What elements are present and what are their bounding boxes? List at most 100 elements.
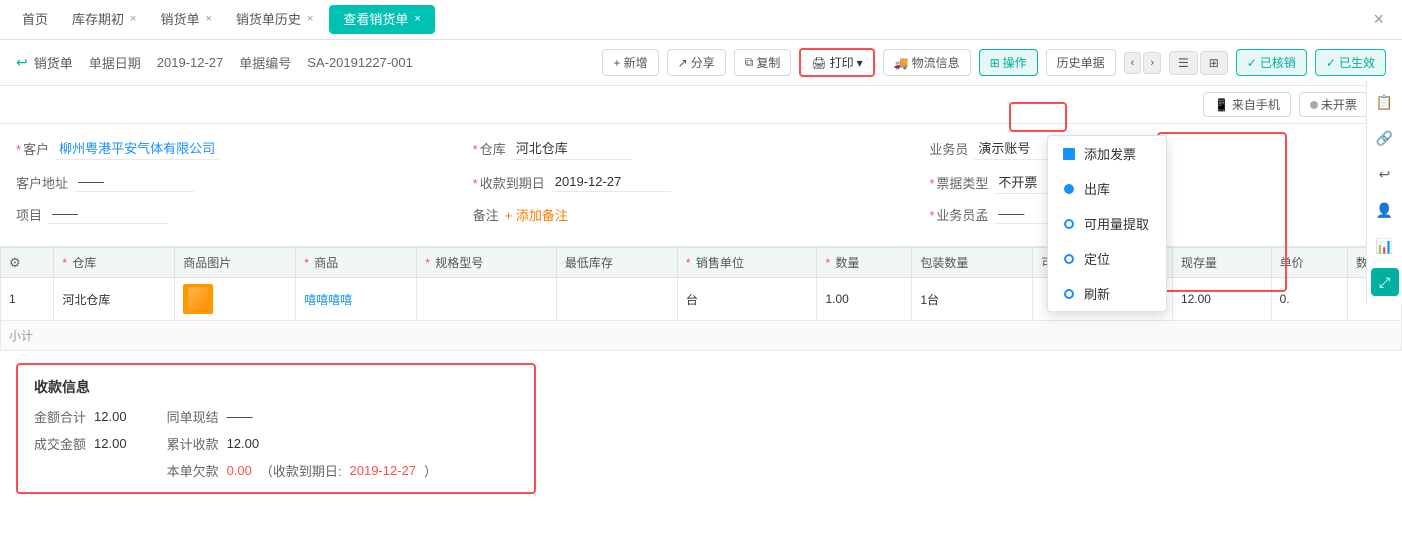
sub-toolbar: 📱 来自手机 未开票 ✓ bbox=[0, 86, 1402, 124]
available-pick-item[interactable]: 可用量提取 bbox=[1048, 206, 1166, 241]
same-order-value: —— bbox=[227, 409, 253, 424]
tab-close-view-sales[interactable]: × bbox=[414, 13, 420, 25]
from-phone-button[interactable]: 📱 来自手机 bbox=[1203, 92, 1291, 117]
sidebar-user-icon[interactable]: 👤 bbox=[1371, 196, 1399, 224]
customer-addr-field: 客户地址 —— bbox=[16, 172, 473, 192]
locate-icon bbox=[1062, 252, 1076, 266]
product-image bbox=[183, 284, 213, 314]
print-button[interactable]: 🖨 打印 ▾ bbox=[799, 48, 874, 77]
date-label: 单据日期 bbox=[89, 53, 141, 72]
effective-button[interactable]: ✓ 已生效 bbox=[1315, 49, 1386, 76]
row-unit: 台 bbox=[677, 278, 817, 321]
global-close-button[interactable]: × bbox=[1365, 9, 1392, 30]
locate-item[interactable]: 定位 bbox=[1048, 241, 1166, 276]
tab-close-sales[interactable]: × bbox=[205, 13, 211, 25]
notes-field: 备注 + 添加备注 bbox=[473, 205, 930, 224]
effect-icon: ✓ bbox=[1326, 56, 1336, 70]
tab-bar: 首页 库存期初 × 销货单 × 销货单历史 × 查看销货单 × × bbox=[0, 0, 1402, 40]
payment-date-field: *收款到期日 2019-12-27 bbox=[473, 172, 930, 192]
form-section: *客户 柳州粤港平安气体有限公司 *仓库 河北仓库 业务员 演示账号 客户地址 … bbox=[0, 124, 1402, 247]
due-amount-value: 0.00 bbox=[227, 463, 252, 478]
list-view-button[interactable]: ☰ bbox=[1169, 51, 1198, 75]
copy-button[interactable]: ⧉ 复制 bbox=[734, 49, 792, 76]
row-index: 1 bbox=[1, 278, 54, 321]
outbound-item[interactable]: 出库 bbox=[1048, 171, 1166, 206]
row-qty[interactable]: 1.00 bbox=[817, 278, 912, 321]
doc-actions: + 新增 ↗ 分享 ⧉ 复制 🖨 打印 ▾ 🚚 物流信息 bbox=[602, 48, 1386, 77]
phone-icon: 📱 bbox=[1214, 98, 1229, 112]
add-invoice-icon bbox=[1062, 147, 1076, 161]
row-pack-qty: 1台 bbox=[912, 278, 1033, 321]
sidebar-return-icon[interactable]: ↩ bbox=[1371, 160, 1399, 188]
tab-inventory[interactable]: 库存期初 × bbox=[60, 0, 148, 40]
payment-info-rows: 金额合计 12.00 成交金额 12.00 同单现结 —— 累计收款 bbox=[34, 407, 518, 480]
prev-button[interactable]: ‹ bbox=[1124, 52, 1142, 74]
payment-info-title: 收款信息 bbox=[34, 377, 518, 397]
sidebar-expand-icon[interactable]: ⤢ bbox=[1371, 268, 1399, 296]
tab-view-sales[interactable]: 查看销货单 × bbox=[329, 5, 434, 34]
warehouse-field: *仓库 河北仓库 bbox=[473, 136, 930, 160]
row-min-stock bbox=[556, 278, 677, 321]
col-settings[interactable]: ⚙ bbox=[1, 248, 54, 278]
status-dot bbox=[1310, 101, 1318, 109]
refresh-item[interactable]: 刷新 bbox=[1048, 276, 1166, 311]
next-button[interactable]: › bbox=[1143, 52, 1161, 74]
row-price[interactable]: 0. bbox=[1271, 278, 1347, 321]
logistics-button[interactable]: 🚚 物流信息 bbox=[883, 49, 971, 76]
same-order-row: 同单现结 —— bbox=[167, 407, 437, 426]
grid-view-button[interactable]: ⊞ bbox=[1200, 51, 1228, 75]
cumulative-receipt-row: 累计收款 12.00 bbox=[167, 434, 437, 453]
tab-sales-history[interactable]: 销货单历史 × bbox=[224, 0, 325, 40]
number-label: 单据编号 bbox=[239, 53, 291, 72]
not-opened-button[interactable]: 未开票 bbox=[1299, 92, 1368, 117]
form-row-3: 项目 —— 备注 + 添加备注 *业务员孟 —— bbox=[16, 204, 1386, 224]
new-button[interactable]: + 新增 bbox=[602, 49, 658, 76]
settings-icon: ⚙ bbox=[9, 255, 21, 270]
form-row-1: *客户 柳州粤港平安气体有限公司 *仓库 河北仓库 业务员 演示账号 bbox=[16, 136, 1386, 160]
project-field: 项目 —— bbox=[16, 204, 473, 224]
col-product: * 商品 bbox=[296, 248, 417, 278]
date-value: 2019-12-27 bbox=[157, 55, 224, 70]
sidebar-link-icon[interactable]: 🔗 bbox=[1371, 124, 1399, 152]
cumulative-receipt-value: 12.00 bbox=[227, 436, 260, 451]
add-invoice-item[interactable]: 添加发票 bbox=[1048, 136, 1166, 171]
col-product-img: 商品图片 bbox=[175, 248, 296, 278]
col-price: 单价 bbox=[1271, 248, 1347, 278]
nav-arrows: ‹ › bbox=[1124, 52, 1161, 74]
checked-button[interactable]: ✓ 已核销 bbox=[1236, 49, 1307, 76]
sidebar-chart-icon[interactable]: 📊 bbox=[1371, 232, 1399, 260]
row-spec bbox=[417, 278, 557, 321]
product-table: ⚙ * 仓库 商品图片 * 商品 * 规格型号 最低库存 * 销售单位 * 数量… bbox=[0, 247, 1402, 351]
form-row-2: 客户地址 —— *收款到期日 2019-12-27 *票据类型 不开票 bbox=[16, 170, 1386, 194]
share-button[interactable]: ↗ 分享 bbox=[667, 49, 726, 76]
due-date-value: 2019-12-27 bbox=[350, 463, 417, 478]
col-warehouse: * 仓库 bbox=[54, 248, 175, 278]
add-notes-button[interactable]: + 添加备注 bbox=[505, 205, 568, 224]
view-toggle: ☰ ⊞ bbox=[1169, 51, 1228, 75]
amount-total-row: 金额合计 12.00 bbox=[34, 407, 127, 426]
operations-button[interactable]: ⊞ 操作 bbox=[979, 49, 1038, 76]
tab-close-inventory[interactable]: × bbox=[130, 13, 136, 25]
row-product[interactable]: 嘻嘻嘻嘻 bbox=[296, 278, 417, 321]
copy-icon: ⧉ bbox=[745, 55, 754, 70]
doc-type-icon: ↩ bbox=[16, 54, 28, 71]
right-sidebar: 📋 🔗 ↩ 👤 📊 ⤢ bbox=[1366, 80, 1402, 304]
history-button[interactable]: 历史单据 bbox=[1046, 49, 1116, 76]
number-value: SA-20191227-001 bbox=[307, 55, 413, 70]
sidebar-notes-icon[interactable]: 📋 bbox=[1371, 88, 1399, 116]
customer-addr-value[interactable]: —— bbox=[74, 172, 194, 192]
print-icon: 🖨 bbox=[811, 56, 826, 70]
tab-sales[interactable]: 销货单 × bbox=[148, 0, 223, 40]
subtotal-row: 小计 bbox=[1, 321, 1402, 351]
warehouse-value[interactable]: 河北仓库 bbox=[512, 136, 632, 160]
payment-date-value[interactable]: 2019-12-27 bbox=[551, 172, 671, 192]
tab-close-sales-history[interactable]: × bbox=[307, 13, 313, 25]
col-spec: * 规格型号 bbox=[417, 248, 557, 278]
transaction-amount-value: 12.00 bbox=[94, 436, 127, 451]
amount-total-value: 12.00 bbox=[94, 409, 127, 424]
check-icon: ✓ bbox=[1247, 56, 1257, 70]
tab-home[interactable]: 首页 bbox=[10, 0, 60, 40]
customer-field: *客户 柳州粤港平安气体有限公司 bbox=[16, 136, 473, 160]
customer-value[interactable]: 柳州粤港平安气体有限公司 bbox=[55, 136, 219, 160]
project-value[interactable]: —— bbox=[48, 204, 168, 224]
